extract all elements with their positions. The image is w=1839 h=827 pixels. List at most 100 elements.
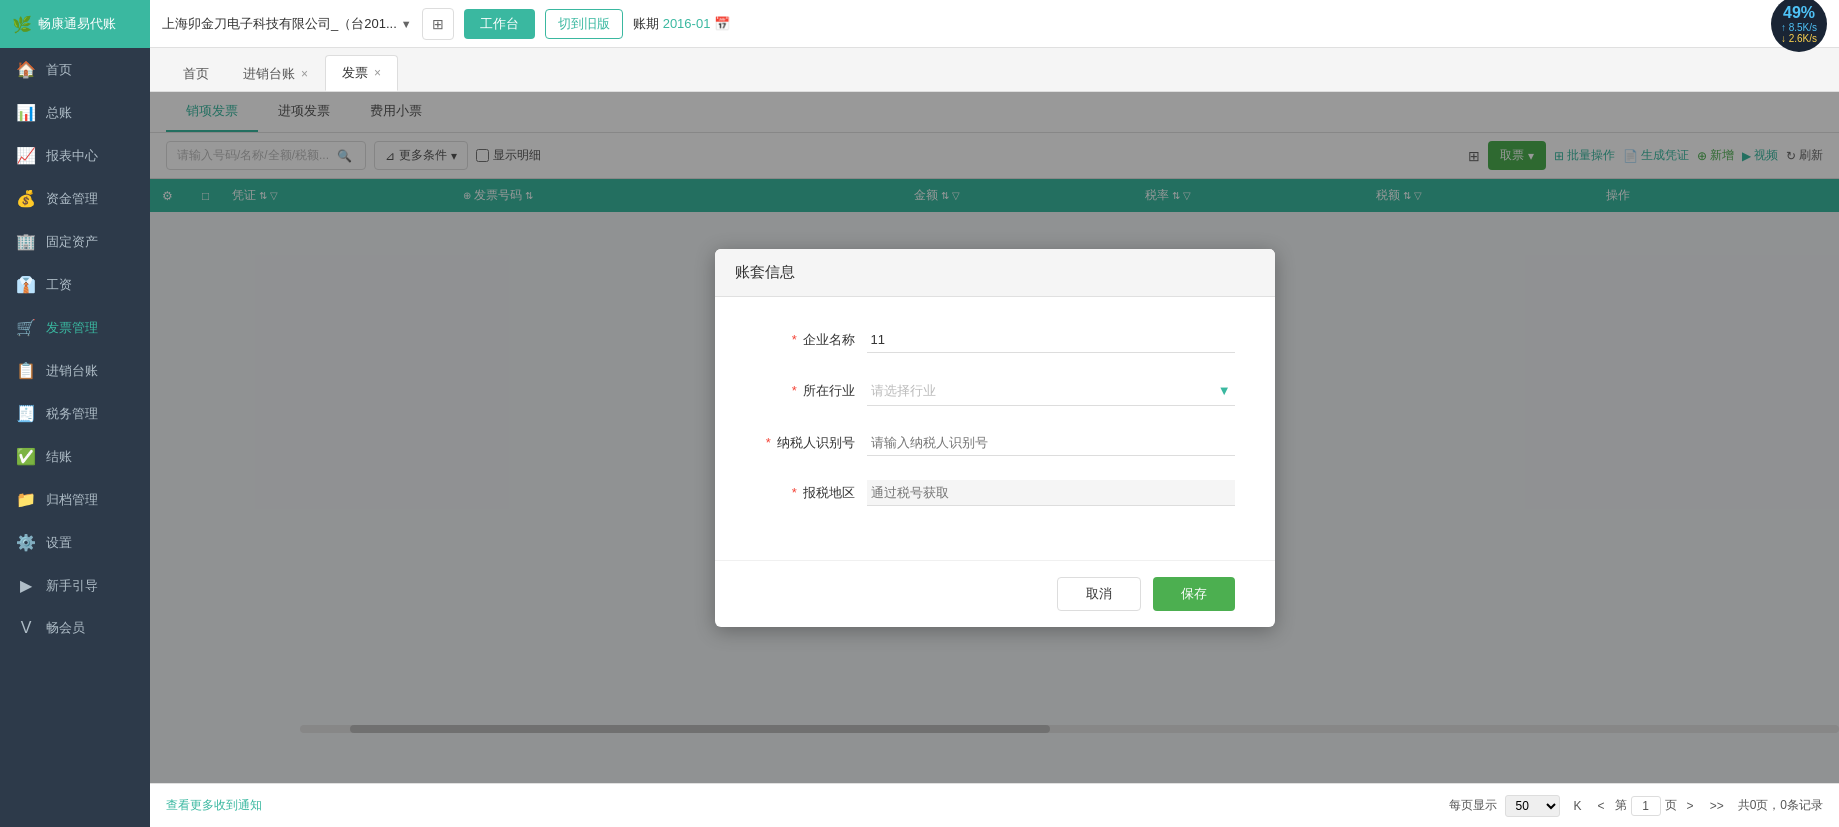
sidebar-item-label: 资金管理 [46, 190, 98, 208]
pagination: K < 第 1 页 > >> [1568, 796, 1730, 816]
save-button[interactable]: 保存 [1153, 577, 1235, 611]
sidebar-item-label: 税务管理 [46, 405, 98, 423]
sidebar: 🌿 畅康通易代账 🏠 首页 📊 总账 📈 报表中心 💰 资金管理 🏢 固定资产 … [0, 0, 150, 827]
tab-sales-ledger-label: 进销台账 [243, 65, 295, 83]
sidebar-item-guide[interactable]: ▶ 新手引导 [0, 564, 150, 607]
home-icon: 🏠 [16, 60, 36, 79]
last-page-button[interactable]: >> [1704, 797, 1730, 815]
tab-sales-ledger[interactable]: 进销台账 × [226, 56, 325, 91]
sidebar-item-label: 进销台账 [46, 362, 98, 380]
sidebar-item-salary[interactable]: 👔 工资 [0, 263, 150, 306]
speed-up: ↑ 8.5K/s [1781, 22, 1817, 33]
dialog-body: * 企业名称 * 所在行业 请选择行业 ▼ [715, 297, 1275, 560]
cancel-button[interactable]: 取消 [1057, 577, 1141, 611]
sidebar-item-label: 发票管理 [46, 319, 98, 337]
dialog-title: 账套信息 [735, 263, 795, 280]
archive-icon: 📁 [16, 490, 36, 509]
sidebar-item-label: 报表中心 [46, 147, 98, 165]
sidebar-item-label: 设置 [46, 534, 72, 552]
sidebar-item-sales-ledger[interactable]: 📋 进销台账 [0, 349, 150, 392]
bottom-bar: 查看更多收到通知 每页显示 50 100 200 K < 第 1 页 > >> … [150, 783, 1839, 827]
required-mark-4: * [792, 485, 797, 500]
company-selector[interactable]: 上海卯金刀电子科技有限公司_（台201... ▼ [162, 15, 412, 33]
tax-id-input[interactable] [867, 430, 1235, 456]
enterprise-name-input[interactable] [867, 327, 1235, 353]
company-name: 上海卯金刀电子科技有限公司_（台201... [162, 15, 397, 33]
page-label: 第 [1615, 797, 1627, 814]
industry-dropdown-icon: ▼ [1218, 383, 1231, 398]
period-label: 账期 [633, 15, 659, 33]
speed-indicator: 49% ↑ 8.5K/s ↓ 2.6K/s [1771, 0, 1827, 52]
member-icon: V [16, 619, 36, 637]
reports-icon: 📈 [16, 146, 36, 165]
sidebar-item-label: 固定资产 [46, 233, 98, 251]
total-info: 共0页，0条记录 [1738, 797, 1823, 814]
tab-invoice-label: 发票 [342, 64, 368, 82]
tax-id-row: * 纳税人识别号 [755, 430, 1235, 456]
tab-home-label: 首页 [183, 65, 209, 83]
period-value: 2016-01 [663, 16, 711, 31]
tax-region-input [867, 480, 1235, 506]
workstation-button[interactable]: 工作台 [464, 9, 535, 39]
finance-icon: 💰 [16, 189, 36, 208]
switch-old-button[interactable]: 切到旧版 [545, 9, 623, 39]
tab-sales-ledger-close[interactable]: × [301, 67, 308, 81]
close-accounts-icon: ✅ [16, 447, 36, 466]
sidebar-item-ledger[interactable]: 📊 总账 [0, 91, 150, 134]
footer-link[interactable]: 查看更多收到通知 [166, 797, 262, 814]
enterprise-name-label: * 企业名称 [755, 331, 855, 349]
sidebar-item-label: 畅会员 [46, 619, 85, 637]
prev-page-button[interactable]: < [1592, 797, 1611, 815]
sales-ledger-icon: 📋 [16, 361, 36, 380]
sidebar-item-home[interactable]: 🏠 首页 [0, 48, 150, 91]
modal-overlay: 账套信息 * 企业名称 * 所在行 [150, 92, 1839, 783]
sidebar-item-member[interactable]: V 畅会员 [0, 607, 150, 649]
invoice-icon: 🛒 [16, 318, 36, 337]
tax-id-label: * 纳税人识别号 [755, 434, 855, 452]
sidebar-item-archive[interactable]: 📁 归档管理 [0, 478, 150, 521]
sidebar-item-label: 新手引导 [46, 577, 98, 595]
industry-row: * 所在行业 请选择行业 ▼ [755, 377, 1235, 406]
sidebar-item-settings[interactable]: ⚙️ 设置 [0, 521, 150, 564]
tax-region-row: * 报税地区 [755, 480, 1235, 506]
sidebar-logo-text: 畅康通易代账 [38, 15, 116, 33]
logo-icon: 🌿 [12, 15, 32, 34]
company-settings-button[interactable]: ⊞ [422, 8, 454, 40]
sidebar-item-label: 首页 [46, 61, 72, 79]
sidebar-item-label: 归档管理 [46, 491, 98, 509]
required-mark-3: * [766, 435, 771, 450]
page-suffix: 页 [1665, 797, 1677, 814]
sidebar-item-invoice[interactable]: 🛒 发票管理 [0, 306, 150, 349]
required-mark-2: * [792, 383, 797, 398]
sidebar-item-close-accounts[interactable]: ✅ 结账 [0, 435, 150, 478]
next-page-button[interactable]: > [1681, 797, 1700, 815]
industry-placeholder: 请选择行业 [871, 382, 936, 400]
sidebar-item-tax[interactable]: 🧾 税务管理 [0, 392, 150, 435]
per-page-label: 每页显示 [1449, 797, 1497, 814]
settings-small-icon: ⊞ [432, 16, 444, 32]
company-dropdown-icon[interactable]: ▼ [401, 18, 412, 30]
sidebar-item-reports[interactable]: 📈 报表中心 [0, 134, 150, 177]
sidebar-logo: 🌿 畅康通易代账 [0, 0, 150, 48]
tab-home[interactable]: 首页 [166, 56, 226, 91]
sidebar-item-assets[interactable]: 🏢 固定资产 [0, 220, 150, 263]
first-page-button[interactable]: K [1568, 797, 1588, 815]
calendar-icon[interactable]: 📅 [714, 16, 730, 31]
settings-icon: ⚙️ [16, 533, 36, 552]
industry-label: * 所在行业 [755, 382, 855, 400]
per-page-select[interactable]: 50 100 200 [1505, 795, 1560, 817]
speed-percent: 49% [1783, 4, 1815, 22]
current-page[interactable]: 1 [1631, 796, 1661, 816]
tax-region-label: * 报税地区 [755, 484, 855, 502]
assets-icon: 🏢 [16, 232, 36, 251]
tab-bar: 首页 进销台账 × 发票 × [150, 48, 1839, 92]
enterprise-name-row: * 企业名称 [755, 327, 1235, 353]
topbar: 上海卯金刀电子科技有限公司_（台201... ▼ ⊞ 工作台 切到旧版 账期 2… [150, 0, 1839, 48]
salary-icon: 👔 [16, 275, 36, 294]
tab-invoice-close[interactable]: × [374, 66, 381, 80]
industry-select[interactable]: 请选择行业 ▼ [867, 377, 1235, 406]
sidebar-item-finance[interactable]: 💰 资金管理 [0, 177, 150, 220]
sidebar-item-label: 总账 [46, 104, 72, 122]
tab-invoice[interactable]: 发票 × [325, 55, 398, 91]
dialog-header: 账套信息 [715, 249, 1275, 297]
